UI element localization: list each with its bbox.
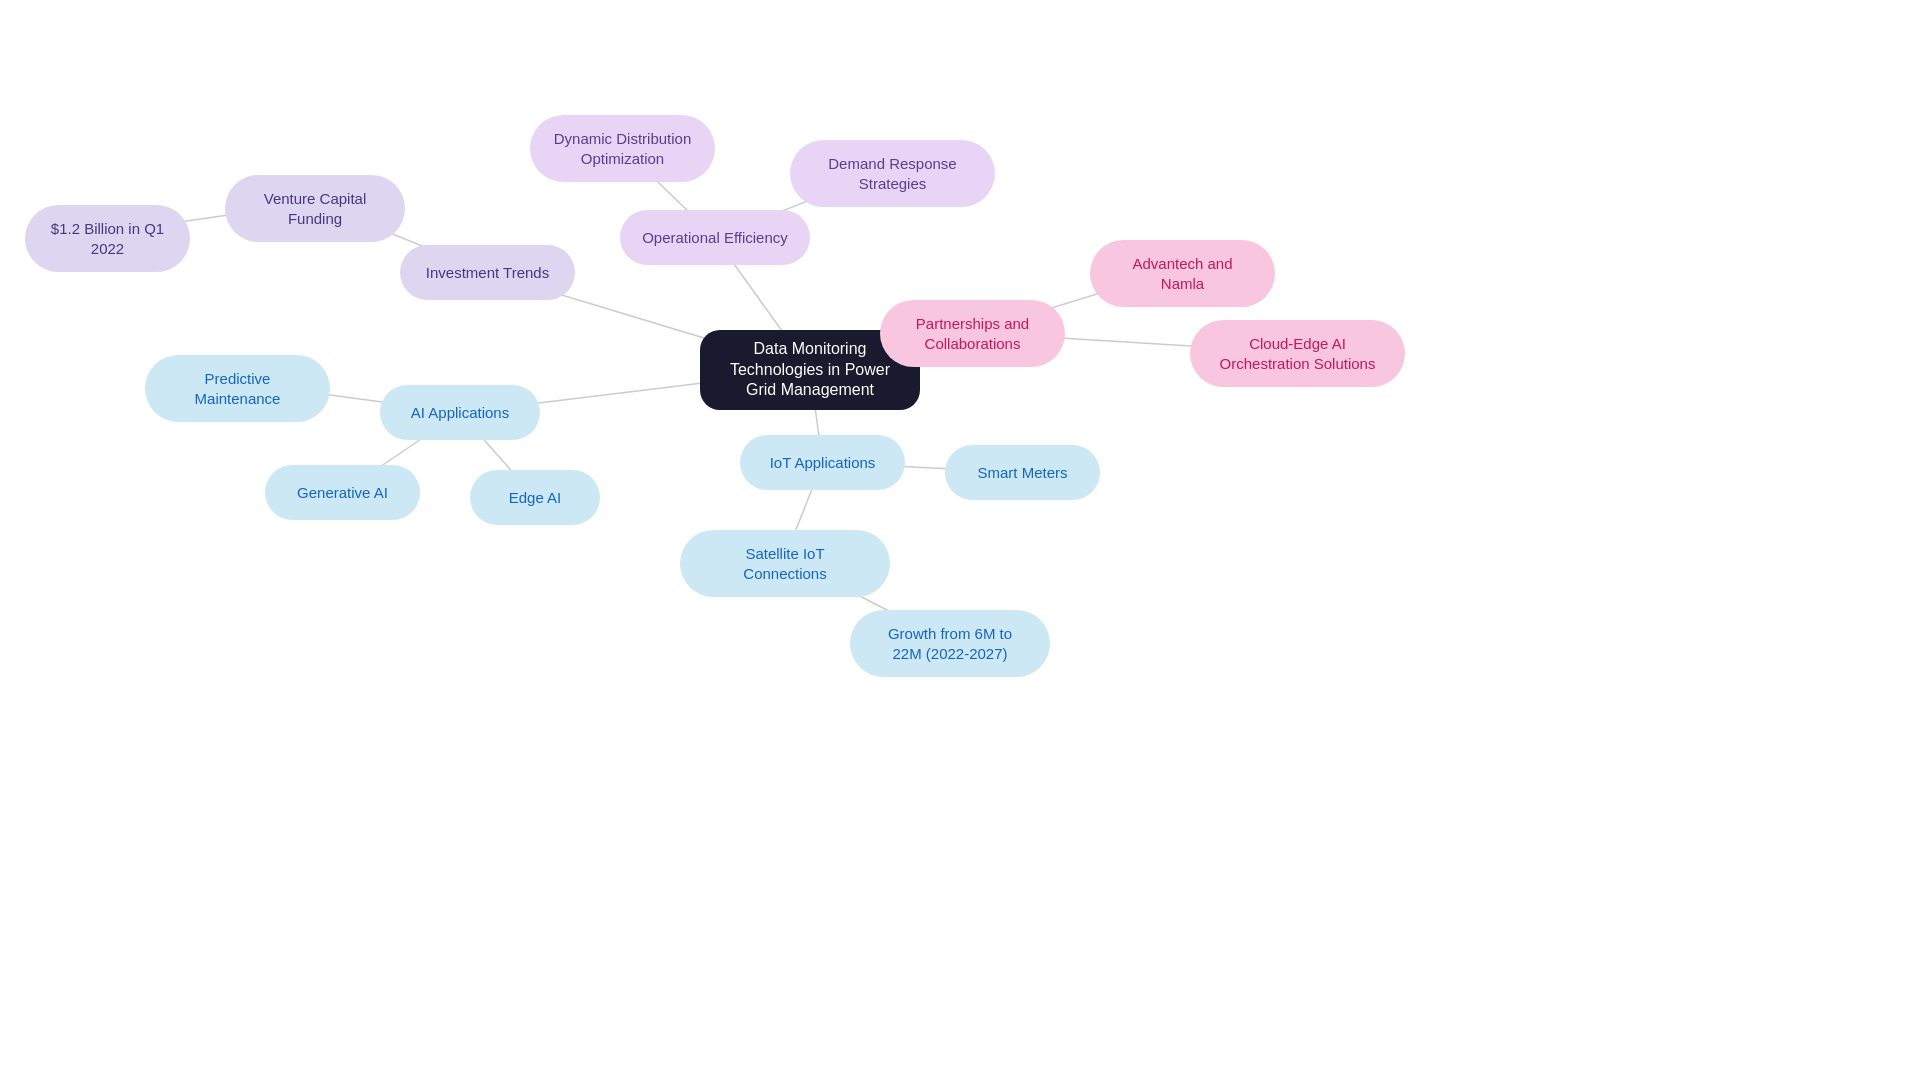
node-demandResponse[interactable]: Demand Response Strategies xyxy=(790,140,995,207)
node-cloudEdge[interactable]: Cloud-Edge AI Orchestration Solutions xyxy=(1190,320,1405,387)
node-partnerships[interactable]: Partnerships and Collaborations xyxy=(880,300,1065,367)
node-predictiveMaintenance[interactable]: Predictive Maintenance xyxy=(145,355,330,422)
node-growth[interactable]: Growth from 6M to 22M (2022-2027) xyxy=(850,610,1050,677)
node-generativeAI[interactable]: Generative AI xyxy=(265,465,420,520)
node-edgeAI[interactable]: Edge AI xyxy=(470,470,600,525)
node-dynamicDistribution[interactable]: Dynamic Distribution Optimization xyxy=(530,115,715,182)
node-aiApplications[interactable]: AI Applications xyxy=(380,385,540,440)
node-investmentTrends[interactable]: Investment Trends xyxy=(400,245,575,300)
node-smartMeters[interactable]: Smart Meters xyxy=(945,445,1100,500)
node-iotApplications[interactable]: IoT Applications xyxy=(740,435,905,490)
node-satelliteIoT[interactable]: Satellite IoT Connections xyxy=(680,530,890,597)
mindmap-container: Data Monitoring Technologies in Power Gr… xyxy=(0,0,1920,1083)
node-billiondollar[interactable]: $1.2 Billion in Q1 2022 xyxy=(25,205,190,272)
node-advantech[interactable]: Advantech and Namla xyxy=(1090,240,1275,307)
node-operationalEfficiency[interactable]: Operational Efficiency xyxy=(620,210,810,265)
node-ventureCapital[interactable]: Venture Capital Funding xyxy=(225,175,405,242)
